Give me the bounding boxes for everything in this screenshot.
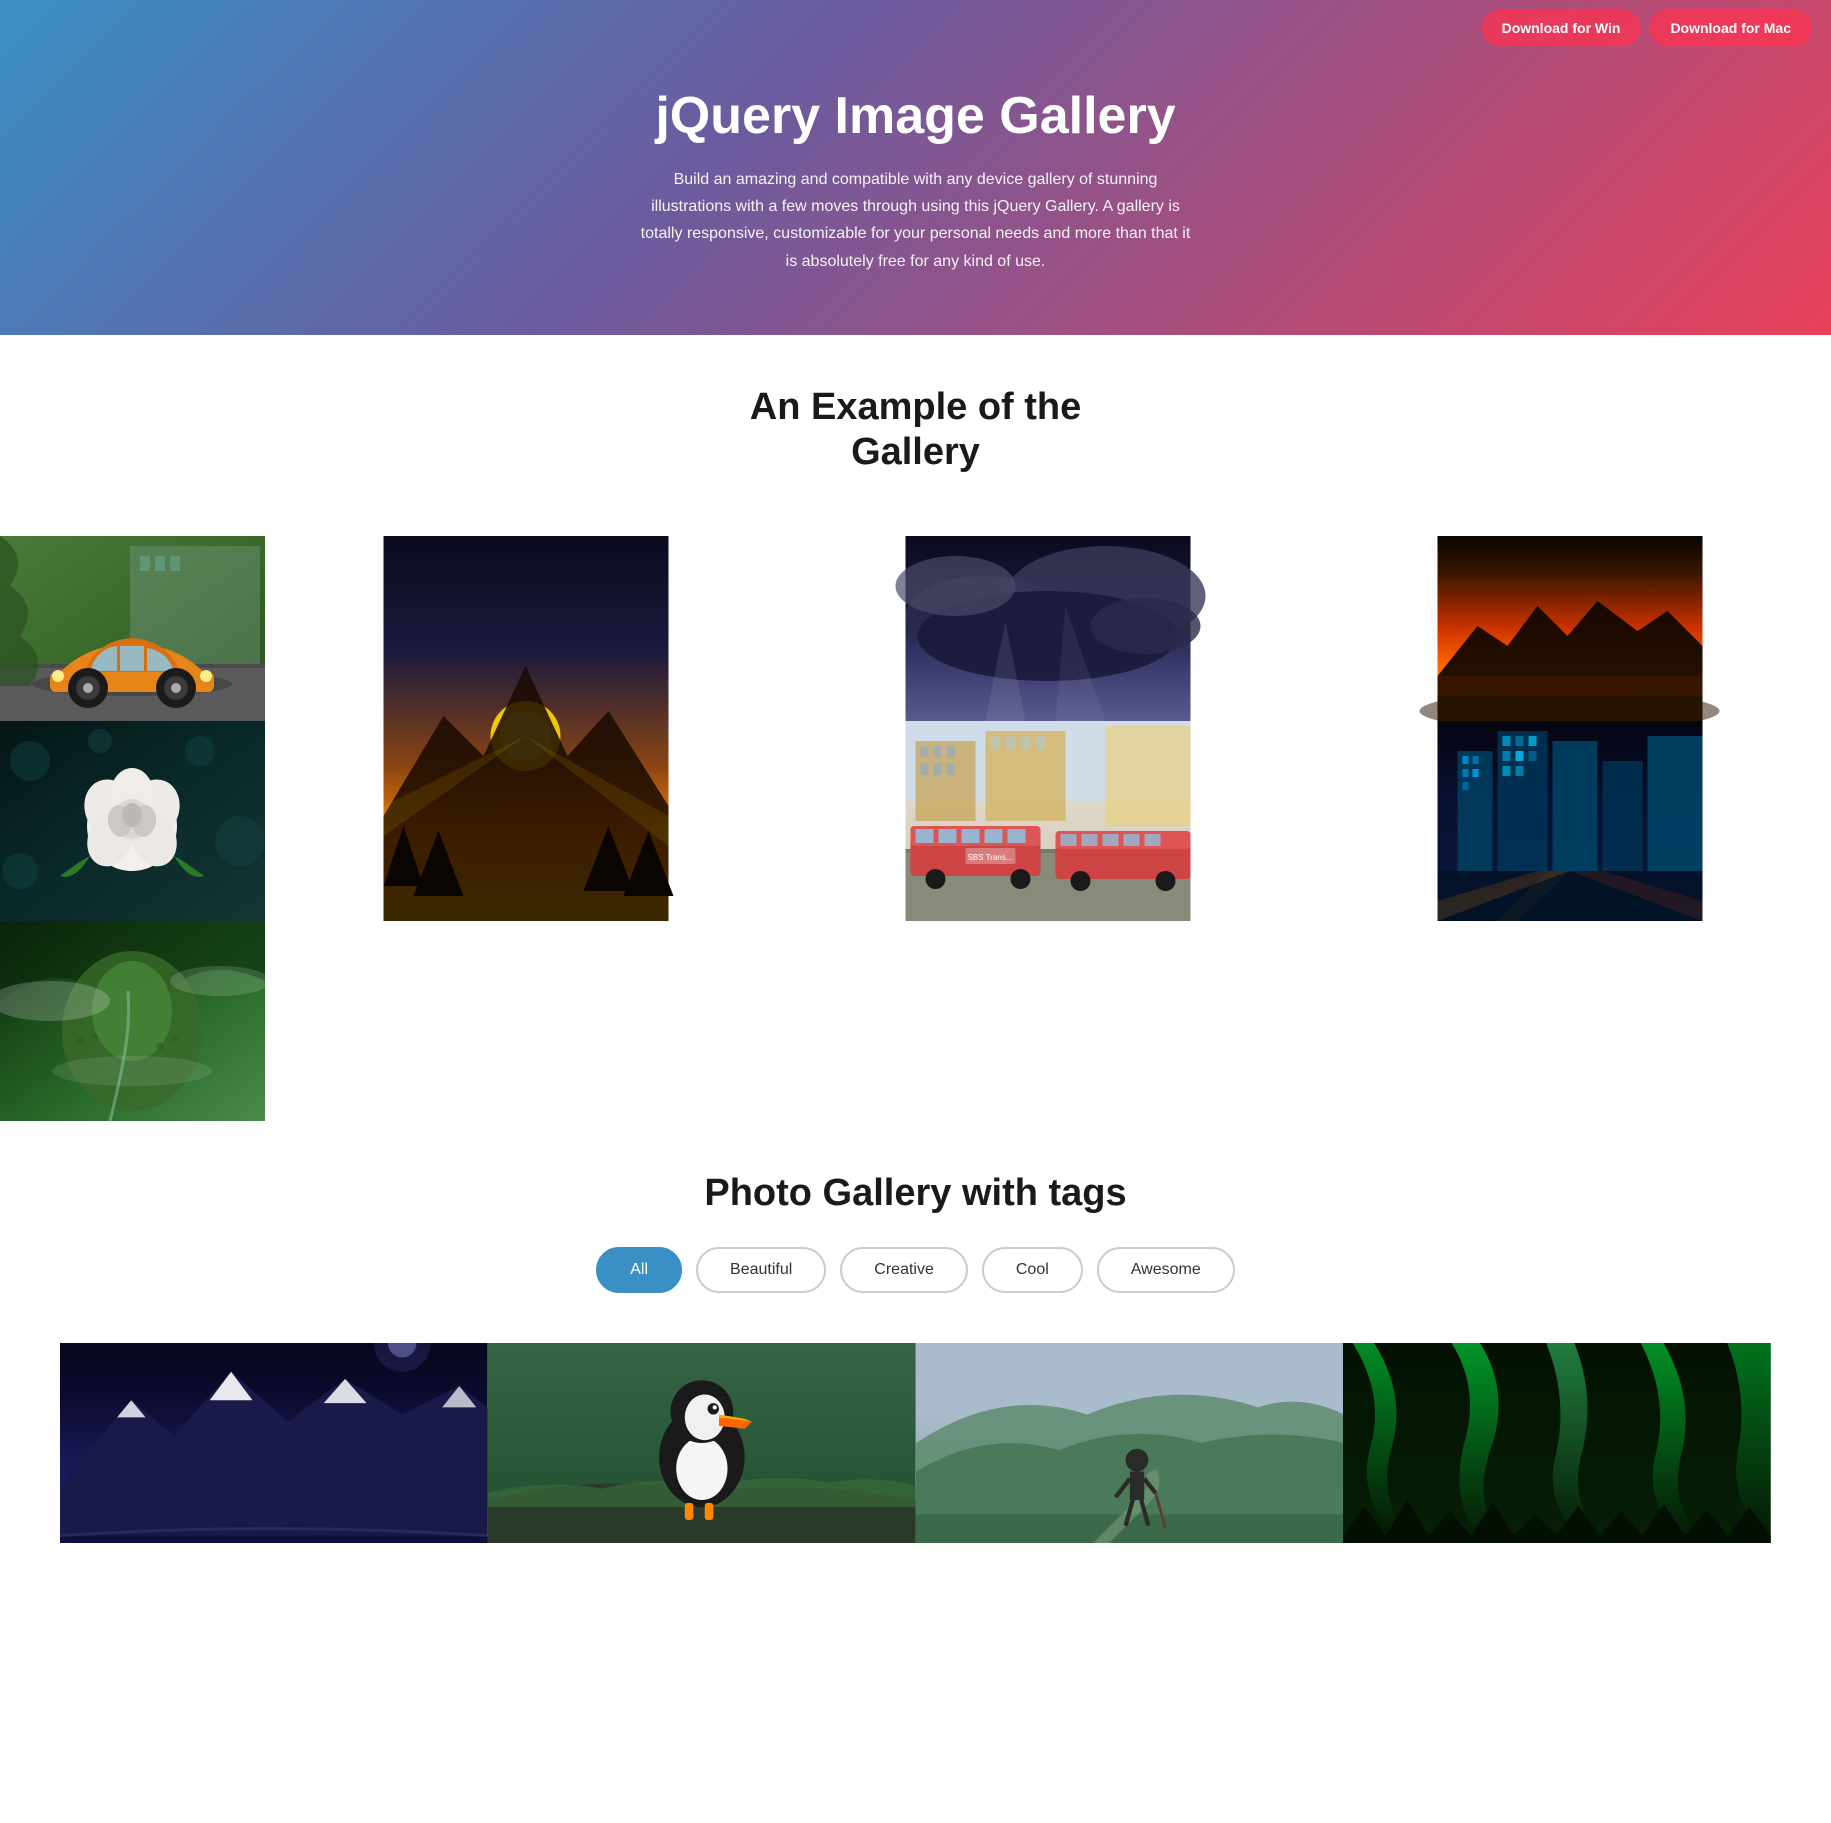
tags-container: All Beautiful Creative Cool Awesome [0, 1247, 1831, 1293]
photo-item-aurora[interactable] [1343, 1343, 1771, 1543]
tags-section-title: Photo Gallery with tags [0, 1171, 1831, 1217]
hero-title: jQuery Image Gallery [0, 86, 1831, 146]
tag-all-button[interactable]: All [596, 1247, 682, 1293]
download-mac-button[interactable]: Download for Mac [1650, 10, 1811, 46]
mosaic-item-green-mountain[interactable] [0, 921, 265, 1121]
tag-creative-button[interactable]: Creative [840, 1247, 968, 1293]
mosaic-item-rose[interactable] [0, 721, 265, 921]
photo-grid [0, 1323, 1831, 1583]
gallery-example-section: An Example of theGallery [0, 335, 1831, 536]
mosaic-gallery: SBS Trans... [0, 536, 1831, 1121]
mosaic-item-mountain[interactable] [265, 536, 787, 921]
hero-section: Download for Win Download for Mac jQuery… [0, 0, 1831, 335]
photo-item-snowy-mountains[interactable] [60, 1343, 488, 1543]
hero-description: Build an amazing and compatible with any… [636, 166, 1196, 275]
svg-text:SBS Trans...: SBS Trans... [968, 853, 1013, 862]
top-bar: Download for Win Download for Mac [0, 0, 1831, 56]
tag-cool-button[interactable]: Cool [982, 1247, 1083, 1293]
photo-item-puffin[interactable] [488, 1343, 916, 1543]
mosaic-item-car[interactable] [0, 536, 265, 721]
tag-awesome-button[interactable]: Awesome [1097, 1247, 1235, 1293]
mosaic-item-bus[interactable]: SBS Trans... [787, 721, 1309, 921]
photo-item-hiker[interactable] [916, 1343, 1344, 1543]
mosaic-item-clouds[interactable] [787, 536, 1309, 721]
mosaic-item-city-night[interactable] [1309, 721, 1831, 921]
gallery-example-title: An Example of theGallery [0, 385, 1831, 476]
tags-section: Photo Gallery with tags All Beautiful Cr… [0, 1121, 1831, 1323]
tag-beautiful-button[interactable]: Beautiful [696, 1247, 826, 1293]
download-win-button[interactable]: Download for Win [1482, 10, 1641, 46]
mosaic-item-sunset[interactable] [1309, 536, 1831, 721]
